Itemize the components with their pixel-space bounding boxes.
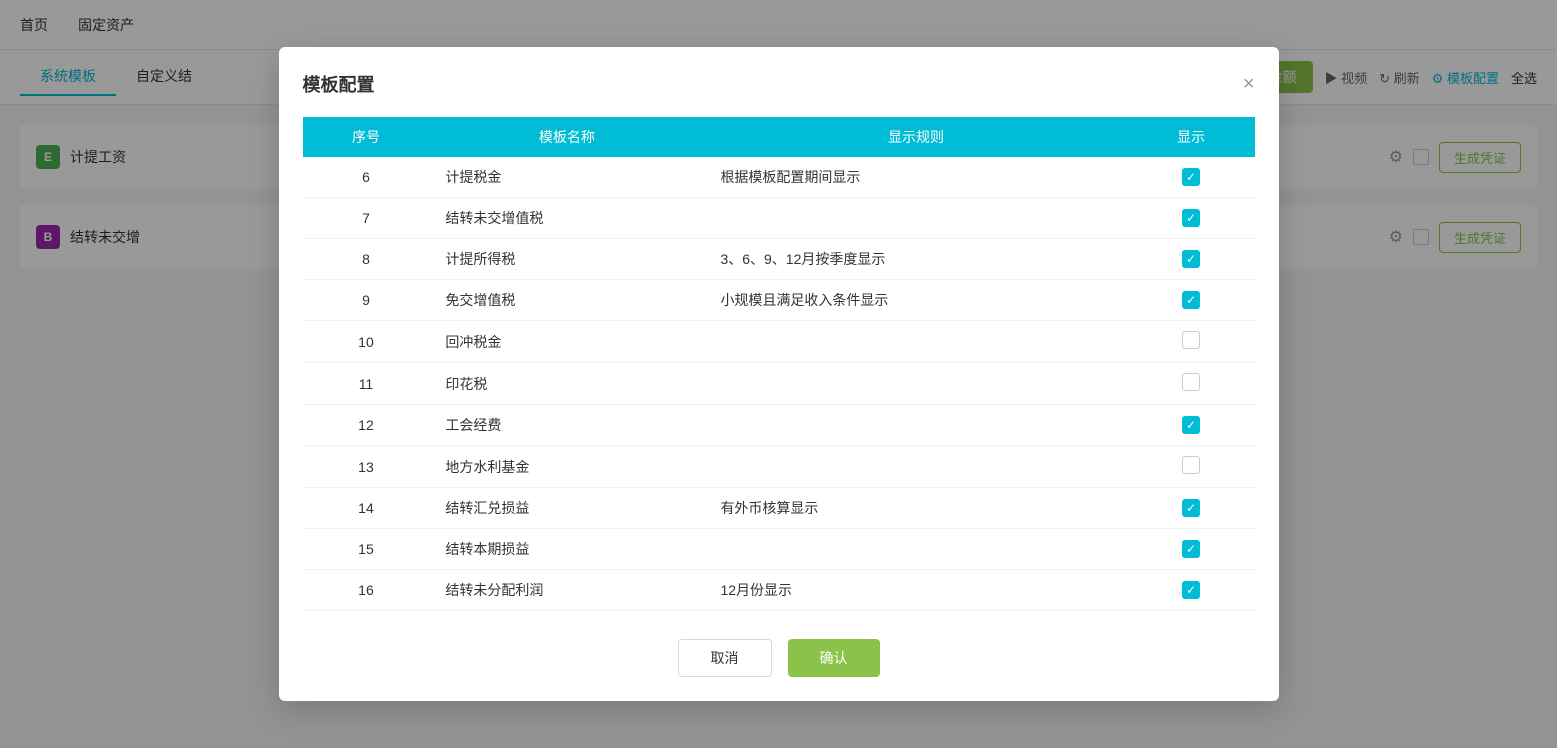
checkbox-checked[interactable]: ✓ xyxy=(1182,416,1200,434)
cell-checkbox[interactable]: ✓ xyxy=(1128,157,1255,198)
table-head: 序号 模板名称 显示规则 显示 xyxy=(303,117,1255,157)
table-row: 6计提税金根据模板配置期间显示 ✓ xyxy=(303,157,1255,198)
col-header-seq: 序号 xyxy=(303,117,430,157)
table-row: 8计提所得税3、6、9、12月按季度显示 ✓ xyxy=(303,239,1255,280)
cell-checkbox[interactable]: ✓ xyxy=(1128,239,1255,280)
cell-name: 结转汇兑损益 xyxy=(429,488,704,529)
table-scroll-wrap: 序号 模板名称 显示规则 显示 6计提税金根据模板配置期间显示✓7结转未交增值税… xyxy=(303,117,1255,631)
checkbox-checked[interactable]: ✓ xyxy=(1182,168,1200,186)
table-row: 9免交增值税小规模且满足收入条件显示 ✓ xyxy=(303,280,1255,321)
cell-seq: 14 xyxy=(303,488,430,529)
cell-rule: 12月份显示 xyxy=(704,570,1127,611)
checkbox-checked[interactable]: ✓ xyxy=(1182,499,1200,517)
cell-seq: 12 xyxy=(303,405,430,446)
cell-checkbox[interactable]: ✓ xyxy=(1128,488,1255,529)
cell-name: 工会经费 xyxy=(429,405,704,446)
col-header-show: 显示 xyxy=(1128,117,1255,157)
cell-name: 免交增值税 xyxy=(429,280,704,321)
cell-seq: 16 xyxy=(303,570,430,611)
cell-rule xyxy=(704,405,1127,446)
confirm-button[interactable]: 确认 xyxy=(788,639,880,677)
cell-seq: 9 xyxy=(303,280,430,321)
table-row: 7结转未交增值税 ✓ xyxy=(303,198,1255,239)
cell-name: 计提税金 xyxy=(429,157,704,198)
modal-close-button[interactable]: × xyxy=(1243,74,1255,94)
cell-rule xyxy=(704,529,1127,570)
cell-rule: 根据模板配置期间显示 xyxy=(704,157,1127,198)
cell-name: 结转未交增值税 xyxy=(429,198,704,239)
table-row: 15结转本期损益 ✓ xyxy=(303,529,1255,570)
cell-name: 地方水利基金 xyxy=(429,446,704,488)
cell-checkbox[interactable]: ✓ xyxy=(1128,570,1255,611)
checkbox-checked[interactable]: ✓ xyxy=(1182,250,1200,268)
cell-name: 结转本期损益 xyxy=(429,529,704,570)
checkbox-checked[interactable]: ✓ xyxy=(1182,209,1200,227)
cell-seq: 11 xyxy=(303,363,430,405)
cell-checkbox[interactable]: ✓ xyxy=(1128,280,1255,321)
modal-title: 模板配置 xyxy=(303,71,375,97)
cell-rule: 有外币核算显示 xyxy=(704,488,1127,529)
cell-rule xyxy=(704,198,1127,239)
cell-checkbox[interactable]: ✓ xyxy=(1128,405,1255,446)
modal-header: 模板配置 × xyxy=(303,71,1255,97)
cancel-button[interactable]: 取消 xyxy=(678,639,772,677)
checkbox-unchecked[interactable] xyxy=(1182,456,1200,474)
checkbox-checked[interactable]: ✓ xyxy=(1182,540,1200,558)
cell-seq: 15 xyxy=(303,529,430,570)
cell-seq: 13 xyxy=(303,446,430,488)
modal-template-config: 模板配置 × 序号 模板名称 显示规则 显示 6计提税金根据模板配置期间显示✓7… xyxy=(279,47,1279,701)
cell-rule: 3、6、9、12月按季度显示 xyxy=(704,239,1127,280)
cell-checkbox[interactable]: ✓ xyxy=(1128,198,1255,239)
table-row: 11印花税 xyxy=(303,363,1255,405)
cell-seq: 7 xyxy=(303,198,430,239)
checkbox-checked[interactable]: ✓ xyxy=(1182,581,1200,599)
table-row: 10回冲税金 xyxy=(303,321,1255,363)
modal-footer: 取消 确认 xyxy=(303,639,1255,677)
checkbox-unchecked[interactable] xyxy=(1182,331,1200,349)
config-table: 序号 模板名称 显示规则 显示 6计提税金根据模板配置期间显示✓7结转未交增值税… xyxy=(303,117,1255,611)
col-header-rule: 显示规则 xyxy=(704,117,1127,157)
cell-seq: 8 xyxy=(303,239,430,280)
cell-name: 结转未分配利润 xyxy=(429,570,704,611)
table-body: 6计提税金根据模板配置期间显示✓7结转未交增值税✓8计提所得税3、6、9、12月… xyxy=(303,157,1255,611)
checkbox-checked[interactable]: ✓ xyxy=(1182,291,1200,309)
cell-checkbox[interactable]: ✓ xyxy=(1128,529,1255,570)
cell-rule xyxy=(704,446,1127,488)
table-row: 16结转未分配利润12月份显示 ✓ xyxy=(303,570,1255,611)
cell-seq: 10 xyxy=(303,321,430,363)
cell-name: 计提所得税 xyxy=(429,239,704,280)
cell-checkbox[interactable] xyxy=(1128,321,1255,363)
checkbox-unchecked[interactable] xyxy=(1182,373,1200,391)
cell-name: 回冲税金 xyxy=(429,321,704,363)
table-row: 12工会经费 ✓ xyxy=(303,405,1255,446)
table-row: 13地方水利基金 xyxy=(303,446,1255,488)
table-row: 14结转汇兑损益有外币核算显示 ✓ xyxy=(303,488,1255,529)
cell-checkbox[interactable] xyxy=(1128,363,1255,405)
cell-name: 印花税 xyxy=(429,363,704,405)
cell-checkbox[interactable] xyxy=(1128,446,1255,488)
modal-overlay: 模板配置 × 序号 模板名称 显示规则 显示 6计提税金根据模板配置期间显示✓7… xyxy=(0,0,1557,748)
cell-rule: 小规模且满足收入条件显示 xyxy=(704,280,1127,321)
cell-rule xyxy=(704,321,1127,363)
cell-rule xyxy=(704,363,1127,405)
cell-seq: 6 xyxy=(303,157,430,198)
col-header-name: 模板名称 xyxy=(429,117,704,157)
